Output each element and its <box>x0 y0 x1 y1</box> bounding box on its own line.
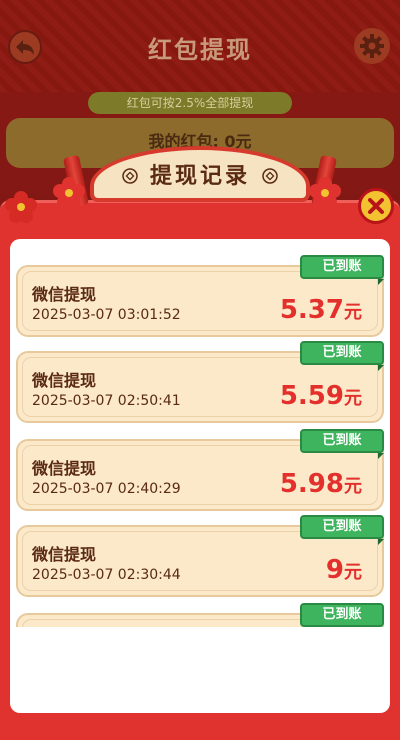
gear-icon <box>360 34 384 58</box>
status-badge: 已到账 <box>300 603 384 627</box>
record-amount: 5.98元 <box>280 469 362 499</box>
record-time: 2025-03-07 02:40:29 <box>32 481 181 497</box>
withdraw-records-modal: 微信提现 2025-03-07 03:01:52 5.37元 已到账 微信提现 … <box>0 200 400 740</box>
record-amount-value: 5.37 <box>279 295 344 325</box>
record-amount: 9元 <box>326 555 362 585</box>
record-amount-value: 5.98 <box>279 469 344 499</box>
record-card: 已到账 <box>16 603 384 627</box>
flower-icon <box>53 177 85 209</box>
status-badge: 已到账 <box>300 255 384 285</box>
settings-button[interactable] <box>354 28 390 64</box>
modal-title-banner: 提现记录 <box>60 136 340 208</box>
record-type: 微信提现 <box>32 371 97 390</box>
record-time: 2025-03-07 02:30:44 <box>32 567 181 583</box>
page-title: 红包提现 <box>148 36 252 64</box>
record-amount-unit: 元 <box>344 388 362 409</box>
status-badge: 已到账 <box>300 515 384 545</box>
close-icon <box>368 198 384 214</box>
record-type: 微信提现 <box>32 285 97 304</box>
record-card: 微信提现 2025-03-07 02:40:29 5.98元 已到账 <box>16 429 384 511</box>
close-button[interactable] <box>358 188 394 224</box>
record-amount: 5.37元 <box>280 295 362 325</box>
record-card: 微信提现 2025-03-07 02:50:41 5.59元 已到账 <box>16 341 384 423</box>
record-amount-unit: 元 <box>344 302 362 323</box>
record-amount-unit: 元 <box>344 476 362 497</box>
record-amount-value: 5.59 <box>279 381 344 411</box>
record-amount: 5.59元 <box>280 381 362 411</box>
status-badge: 已到账 <box>300 341 384 371</box>
records-panel: 微信提现 2025-03-07 03:01:52 5.37元 已到账 微信提现 … <box>10 239 390 713</box>
record-amount-value: 9 <box>325 555 344 585</box>
status-badge: 已到账 <box>300 429 384 459</box>
records-list[interactable]: 微信提现 2025-03-07 03:01:52 5.37元 已到账 微信提现 … <box>10 247 390 627</box>
record-amount-unit: 元 <box>344 562 362 583</box>
record-time: 2025-03-07 02:50:41 <box>32 393 181 409</box>
record-card: 微信提现 2025-03-07 02:30:44 9元 已到账 <box>16 515 384 597</box>
record-time: 2025-03-07 03:01:52 <box>32 307 181 323</box>
record-card: 微信提现 2025-03-07 03:01:52 5.37元 已到账 <box>16 255 384 337</box>
flower-icon <box>5 191 37 223</box>
record-type: 微信提现 <box>32 459 97 478</box>
withdraw-rule-pill: 红包可按2.5%全部提现 <box>88 92 292 114</box>
modal-title: 提现记录 <box>149 164 250 189</box>
flower-icon <box>309 177 341 209</box>
record-type: 微信提现 <box>32 545 97 564</box>
